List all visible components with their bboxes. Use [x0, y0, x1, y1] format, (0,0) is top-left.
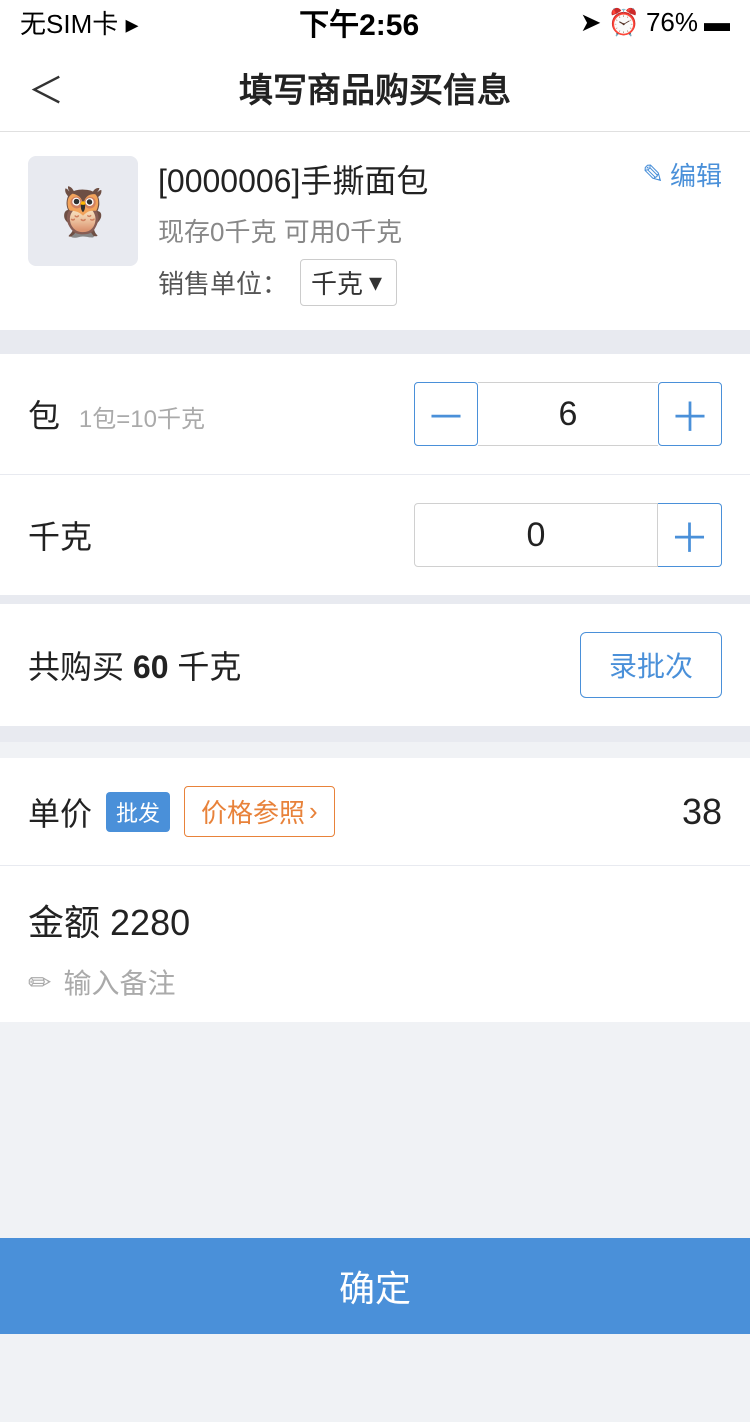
price-reference-button[interactable]: 价格参照 ›	[184, 786, 335, 837]
empty-space	[0, 1022, 750, 1422]
status-left: 无SIM卡 ▸	[20, 4, 139, 41]
unit-label: 销售单位：	[158, 264, 288, 301]
total-amount-value: 60	[133, 649, 169, 685]
package-row: 包 1包=10千克 － ＋	[0, 354, 750, 475]
total-prefix: 共购买	[28, 649, 124, 685]
product-stock: 现存0千克 可用0千克	[158, 212, 722, 249]
remark-row[interactable]: ✏ 输入备注	[28, 962, 722, 1002]
status-time: 下午2:56	[299, 0, 419, 44]
amount-section: 金额 2280 ✏ 输入备注	[0, 865, 750, 1022]
amount-label: 金额	[28, 902, 100, 943]
edit-label: 编辑	[670, 156, 722, 193]
input-section: 包 1包=10千克 － ＋ 千克 ＋	[0, 354, 750, 596]
unit-value: 千克	[311, 264, 363, 301]
batch-button[interactable]: 录批次	[580, 632, 722, 698]
pencil-icon: ✏	[28, 966, 51, 999]
product-card: 🦉 [0000006]手撕面包 ✎ 编辑 现存0千克 可用0千克 销售单位： 千…	[0, 132, 750, 338]
total-text: 共购买 60 千克	[28, 642, 241, 688]
wholesale-badge: 批发	[106, 792, 170, 832]
edit-icon: ✎	[642, 159, 664, 190]
page-title: 填写商品购买信息	[239, 63, 511, 112]
nav-bar: ＜ 填写商品购买信息	[0, 44, 750, 132]
status-bar: 无SIM卡 ▸ 下午2:56 ➤ ⏰ 76% ▬	[0, 0, 750, 44]
kg-row: 千克 ＋	[0, 475, 750, 596]
product-image: 🦉	[28, 156, 138, 266]
back-button[interactable]: ＜	[28, 62, 64, 114]
price-label: 单价 批发 价格参照 ›	[28, 786, 335, 837]
total-row: 共购买 60 千克 录批次	[0, 596, 750, 726]
kg-increment-button[interactable]: ＋	[658, 503, 722, 567]
amount-value-number: 2280	[110, 902, 190, 943]
battery-icon: ▬	[704, 7, 730, 38]
remark-placeholder: 输入备注	[63, 962, 175, 1002]
price-ref-label: 价格参照	[201, 793, 305, 830]
product-name: [0000006]手撕面包	[158, 156, 428, 202]
package-hint: 1包=10千克	[79, 406, 205, 433]
price-text: 单价	[28, 789, 92, 835]
product-logo-icon: 🦉	[53, 183, 113, 240]
confirm-button[interactable]: 确定	[0, 1238, 750, 1334]
battery-label: 76%	[646, 7, 698, 38]
price-ref-arrow-icon: ›	[309, 796, 318, 827]
price-section: 单价 批发 价格参照 › 38	[0, 758, 750, 865]
package-increment-button[interactable]: ＋	[658, 382, 722, 446]
price-value: 38	[682, 791, 722, 833]
status-right: ➤ ⏰ 76% ▬	[580, 7, 730, 38]
unit-dropdown[interactable]: 千克 ▾	[300, 259, 397, 306]
section-divider-1	[0, 338, 750, 354]
location-icon: ➤	[580, 7, 602, 38]
dropdown-arrow-icon: ▾	[369, 267, 382, 298]
kg-label: 千克	[28, 512, 414, 558]
product-info: [0000006]手撕面包 ✎ 编辑 现存0千克 可用0千克 销售单位： 千克 …	[158, 156, 722, 306]
total-unit-value: 千克	[177, 649, 241, 685]
kg-qty-input[interactable]	[414, 503, 658, 567]
alarm-icon: ⏰	[608, 7, 640, 38]
kg-qty-control: ＋	[414, 503, 722, 567]
section-divider-2	[0, 726, 750, 742]
product-unit: 销售单位： 千克 ▾	[158, 259, 722, 306]
package-label: 包 1包=10千克	[28, 391, 414, 437]
package-decrement-button[interactable]: －	[414, 382, 478, 446]
edit-button[interactable]: ✎ 编辑	[642, 156, 722, 193]
package-qty-input[interactable]	[478, 382, 658, 446]
amount-row: 金额 2280	[28, 894, 722, 946]
package-qty-control: － ＋	[414, 382, 722, 446]
sim-label: 无SIM卡 ▸	[20, 4, 139, 41]
